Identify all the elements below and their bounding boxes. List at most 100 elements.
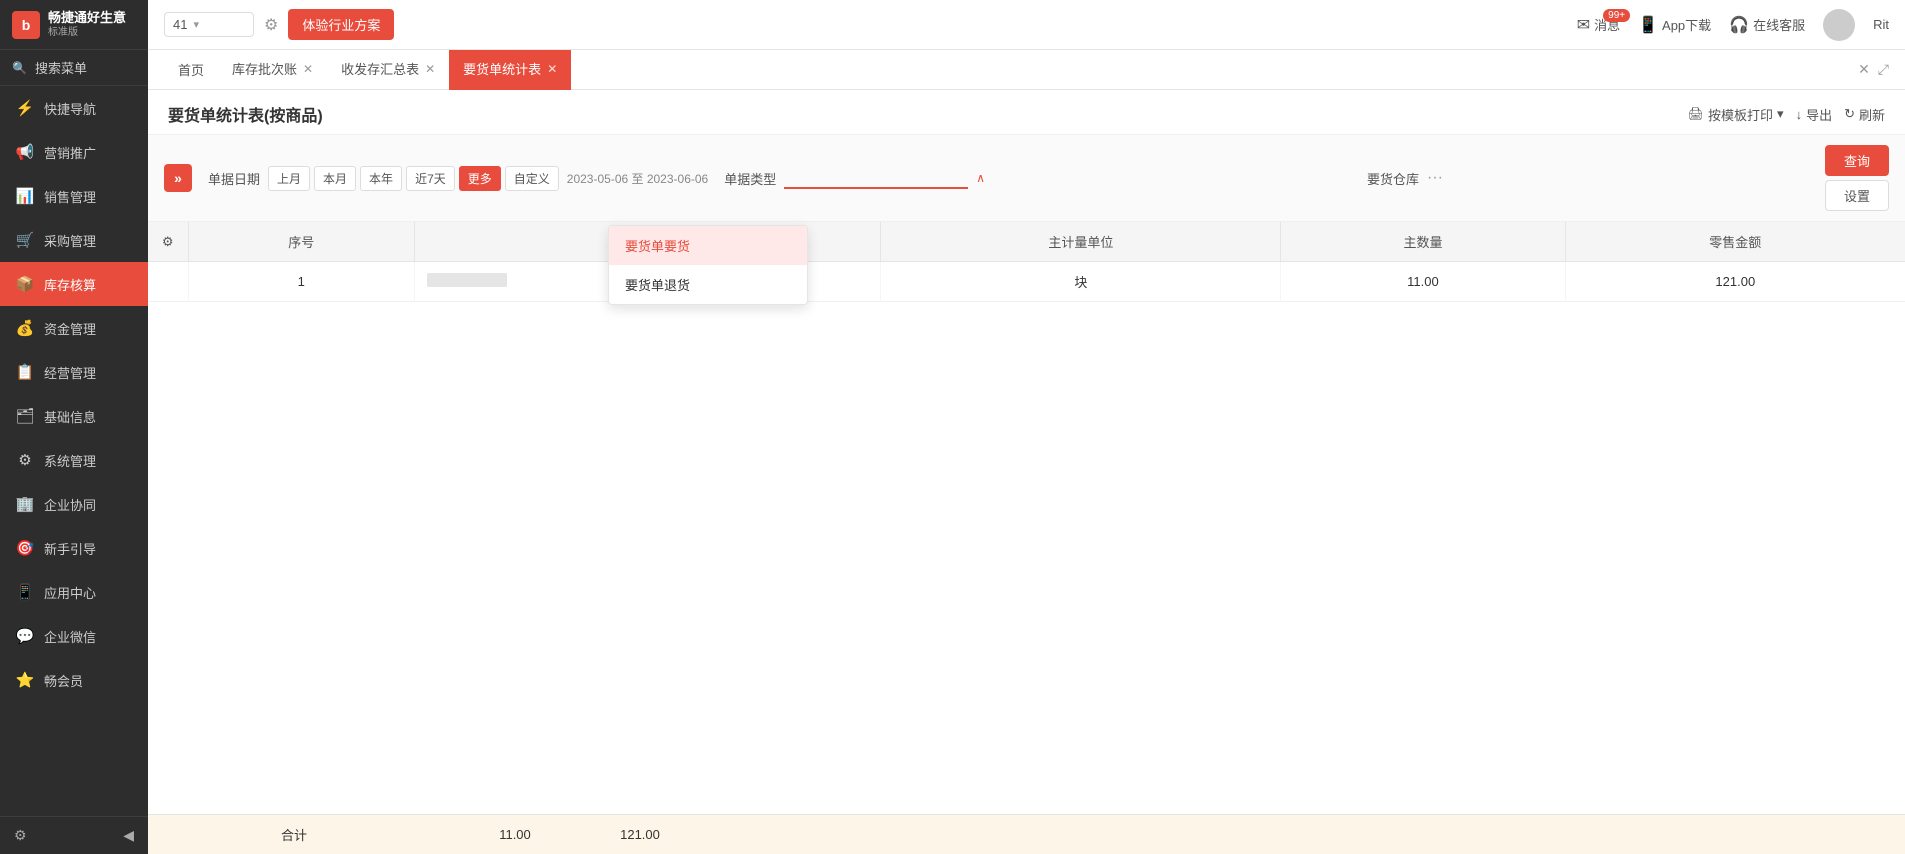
tab-order-stats[interactable]: 要货单统计表 ✕ [449, 50, 571, 90]
sidebar-item-purchase[interactable]: 🛒 采购管理 [0, 218, 148, 262]
username[interactable]: Rit [1873, 17, 1889, 32]
tab-close-order-stats[interactable]: ✕ [547, 62, 557, 76]
filter-more-icon[interactable]: ··· [1427, 169, 1443, 187]
sidebar-item-guide[interactable]: 🎯 新手引导 [0, 526, 148, 570]
last-7-btn[interactable]: 近7天 [406, 166, 455, 191]
sidebar-item-app-center[interactable]: 📱 应用中心 [0, 570, 148, 614]
table-footer: 合计 11.00 121.00 [148, 814, 1905, 854]
type-filter-label: 单据类型 [724, 169, 776, 188]
sidebar-item-inventory[interactable]: 📦 库存核算 [0, 262, 148, 306]
sidebar-search[interactable]: 🔍 搜索菜单 [0, 50, 148, 86]
td-gear [148, 262, 188, 302]
topbar-gear-icon[interactable]: ⚙ [264, 15, 278, 35]
sales-icon: 📊 [14, 185, 36, 207]
filter-settings-btn[interactable]: 设置 [1825, 180, 1889, 211]
sidebar-item-marketing[interactable]: 📢 营销推广 [0, 130, 148, 174]
search-icon: 🔍 [12, 61, 27, 75]
print-icon: 🖨 [1688, 106, 1705, 122]
date-filter-group: 单据日期 上月 本月 本年 近7天 更多 自定义 2023-05-06 至 20… [208, 166, 708, 191]
online-service-btn[interactable]: 🎧 在线客服 [1729, 15, 1805, 35]
app-center-icon: 📱 [14, 581, 36, 603]
service-icon: 🎧 [1729, 15, 1749, 35]
sidebar-item-system[interactable]: ⚙ 系统管理 [0, 438, 148, 482]
industry-btn[interactable]: 体验行业方案 [288, 9, 394, 40]
sidebar-bottom: ⚙ ◀ [0, 816, 148, 854]
sidebar-item-sales[interactable]: 📊 销售管理 [0, 174, 148, 218]
tab-close-inventory-batch[interactable]: ✕ [303, 62, 313, 76]
page-content: 要货单统计表(按商品) 🖨 按模板打印 ▾ ↓ 导出 ↻ 刷新 [148, 90, 1905, 854]
enterprise-icon: 🏢 [14, 493, 36, 515]
sidebar-item-member[interactable]: ⭐ 畅会员 [0, 658, 148, 702]
avatar[interactable] [1823, 9, 1855, 41]
this-year-btn[interactable]: 本年 [360, 166, 402, 191]
prev-month-btn[interactable]: 上月 [268, 166, 310, 191]
marketing-icon: 📢 [14, 141, 36, 163]
tabs-bar: 首页 库存批次账 ✕ 收发存汇总表 ✕ 要货单统计表 ✕ ✕ ⤢ [148, 50, 1905, 90]
refresh-btn[interactable]: ↻ 刷新 [1844, 105, 1885, 124]
app-icon: 📱 [1638, 15, 1658, 35]
page-title: 要货单统计表(按商品) [168, 102, 323, 126]
sidebar-item-operation[interactable]: 📋 经营管理 [0, 350, 148, 394]
topbar-right: ✉ 消息 99+ 📱 App下载 🎧 在线客服 Rit [1577, 9, 1889, 41]
query-btn[interactable]: 查询 [1825, 145, 1889, 176]
export-btn[interactable]: ↓ 导出 [1796, 105, 1833, 124]
sidebar: b 畅捷通好生意 标准版 🔍 搜索菜单 ⚡ 快捷导航 📢 营销推广 📊 销售管理… [0, 0, 148, 854]
type-filter-group: 单据类型 ∧ [724, 168, 985, 189]
tab-inventory-batch[interactable]: 库存批次账 ✕ [218, 50, 327, 90]
company-selector[interactable]: 41 ▾ [164, 12, 254, 37]
sidebar-item-wechat[interactable]: 💬 企业微信 [0, 614, 148, 658]
td-amount: 121.00 [1565, 262, 1905, 302]
operation-icon: 📋 [14, 361, 36, 383]
close-all-icon[interactable]: ✕ [1858, 61, 1870, 78]
more-btn[interactable]: 更多 [459, 166, 501, 191]
table-area: ⚙ 序号 商品 主计量单位 主数量 零售金额 1 [148, 222, 1905, 814]
warehouse-filter-group: 要货仓库 ··· [1367, 169, 1443, 188]
sidebar-item-basic-info[interactable]: 🗂 基础信息 [0, 394, 148, 438]
custom-btn[interactable]: 自定义 [505, 166, 559, 191]
collapse-btn[interactable]: ◀ [123, 827, 134, 844]
td-unit: 块 [881, 262, 1281, 302]
export-icon: ↓ [1796, 107, 1803, 122]
type-select[interactable] [784, 168, 968, 189]
message-btn[interactable]: ✉ 消息 99+ [1577, 15, 1620, 35]
print-btn[interactable]: 🖨 按模板打印 ▾ [1688, 105, 1784, 124]
purchase-icon: 🛒 [14, 229, 36, 251]
app-download-btn[interactable]: 📱 App下载 [1638, 15, 1711, 35]
message-badge: 99+ [1603, 9, 1630, 22]
sidebar-item-finance[interactable]: 💰 资金管理 [0, 306, 148, 350]
warehouse-label: 要货仓库 [1367, 169, 1419, 188]
member-icon: ⭐ [14, 669, 36, 691]
type-select-arrow[interactable]: ∧ [976, 171, 985, 185]
footer-amount: 121.00 [590, 827, 690, 842]
expand-icon[interactable]: ⤢ [1878, 61, 1889, 78]
refresh-icon: ↻ [1844, 106, 1855, 122]
topbar-left: 41 ▾ ⚙ 体验行业方案 [164, 9, 394, 40]
table-row: 1 块 11.00 121.00 [148, 262, 1905, 302]
data-table: ⚙ 序号 商品 主计量单位 主数量 零售金额 1 [148, 222, 1905, 302]
dropdown-item-order-return[interactable]: 要货单退货 [609, 265, 807, 304]
filter-expand-btn[interactable]: » [164, 164, 192, 192]
sidebar-item-quick-nav[interactable]: ⚡ 快捷导航 [0, 86, 148, 130]
dropdown-item-order-goods[interactable]: 要货单要货 [609, 226, 807, 265]
topbar: 41 ▾ ⚙ 体验行业方案 ✉ 消息 99+ 📱 App下载 🎧 在线客服 Ri… [148, 0, 1905, 50]
filter-action-btns: 查询 设置 [1825, 145, 1889, 211]
sidebar-item-enterprise[interactable]: 🏢 企业协同 [0, 482, 148, 526]
product-placeholder [427, 273, 507, 287]
table-header-row: ⚙ 序号 商品 主计量单位 主数量 零售金额 [148, 222, 1905, 262]
th-amount: 零售金额 [1565, 222, 1905, 262]
date-btns: 上月 本月 本年 近7天 更多 自定义 [268, 166, 559, 191]
type-dropdown: 要货单要货 要货单退货 [608, 225, 808, 305]
sidebar-logo: b 畅捷通好生意 标准版 [0, 0, 148, 50]
sidebar-nav: ⚡ 快捷导航 📢 营销推广 📊 销售管理 🛒 采购管理 📦 库存核算 💰 资金管… [0, 86, 148, 816]
tab-receive-summary[interactable]: 收发存汇总表 ✕ [327, 50, 449, 90]
main-area: 41 ▾ ⚙ 体验行业方案 ✉ 消息 99+ 📱 App下载 🎧 在线客服 Ri… [148, 0, 1905, 854]
tab-close-receive-summary[interactable]: ✕ [425, 62, 435, 76]
basic-info-icon: 🗂 [14, 405, 36, 427]
logo-text: 畅捷通好生意 标准版 [48, 10, 126, 40]
finance-icon: 💰 [14, 317, 36, 339]
settings-icon[interactable]: ⚙ [14, 827, 27, 844]
footer-quantity: 11.00 [440, 827, 590, 842]
tab-home[interactable]: 首页 [164, 50, 218, 90]
this-month-btn[interactable]: 本月 [314, 166, 356, 191]
th-gear[interactable]: ⚙ [148, 222, 188, 262]
